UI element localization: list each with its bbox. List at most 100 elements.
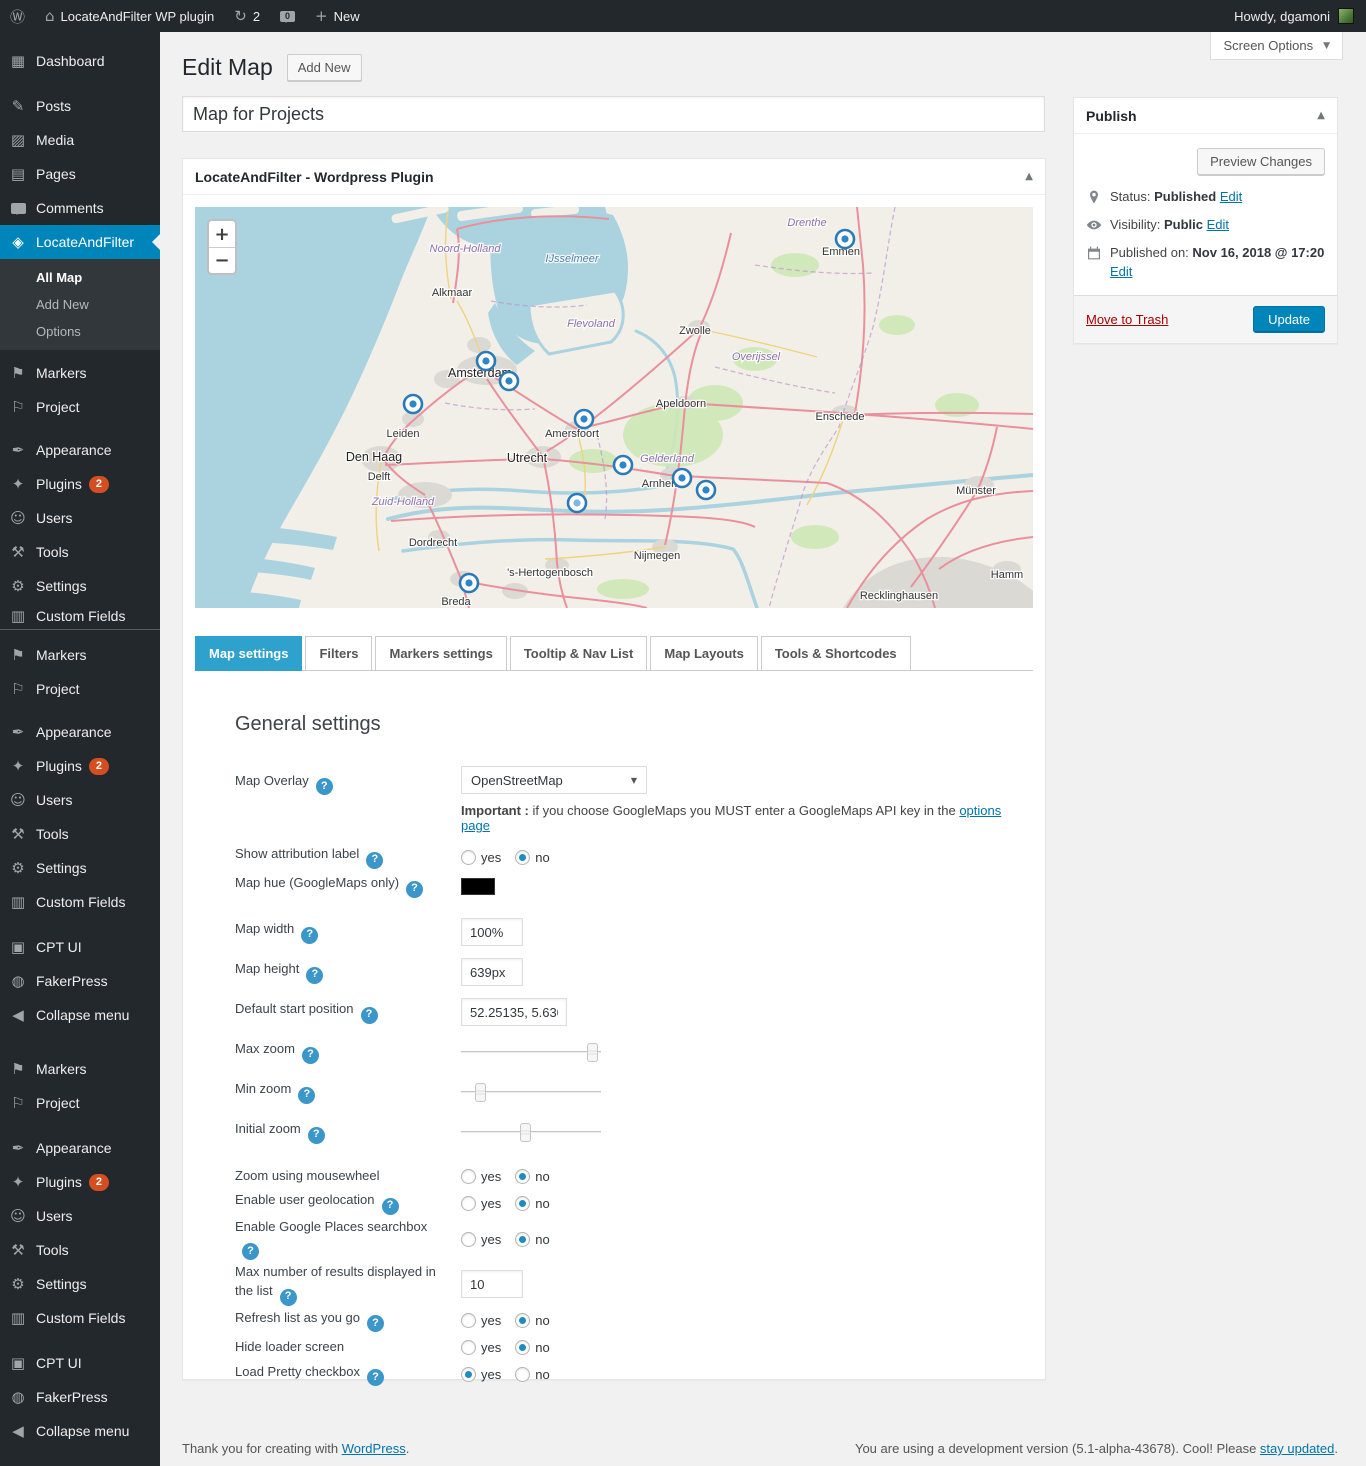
sidebar-item-appearance[interactable]: ✒ Appearance [0,1131,160,1165]
sidebar-item-cpt-ui[interactable]: ▣ CPT UI [0,930,160,964]
zoom-mousewheel-yes-radio[interactable] [461,1168,476,1184]
move-to-trash-link[interactable]: Move to Trash [1086,312,1168,327]
min-zoom-slider-handle[interactable] [475,1082,486,1102]
initial-zoom-slider-handle[interactable] [519,1122,531,1142]
help-icon[interactable]: ? [298,1086,316,1104]
help-icon[interactable]: ? [406,880,424,898]
initial-zoom-slider-track[interactable] [461,1130,601,1133]
sidebar-item-project[interactable]: ⚐ Project [0,390,160,424]
sidebar-item-fakerpress[interactable]: ◍ FakerPress [0,964,160,998]
sidebar-item-posts[interactable]: ✎ Posts [0,89,160,123]
sidebar-item-plugins[interactable]: ✦ Plugins 2 [0,467,160,501]
howdy-account-menu[interactable]: Howdy, dgamoni [1234,9,1330,24]
help-icon[interactable]: ? [279,1288,297,1306]
tab-markers-settings[interactable]: Markers settings [375,636,507,671]
sidebar-item-cpt-ui[interactable]: ▣ CPT UI [0,1346,160,1380]
comments-menu[interactable]: 0 [270,0,305,32]
sidebar-item-plugins[interactable]: ✦ Plugins 2 [0,749,160,783]
max-zoom-slider-handle[interactable] [587,1042,598,1062]
wordpress-link[interactable]: WordPress [342,1441,406,1456]
hide-loader-yes-radio[interactable] [461,1340,476,1356]
sidebar-item-custom-fields[interactable]: ▥ Custom Fields [0,1301,160,1335]
tab-filters[interactable]: Filters [305,636,373,671]
submenu-item-all-map[interactable]: All Map [0,264,160,291]
sidebar-item-users[interactable]: ☺ Users [0,1199,160,1233]
map-marker[interactable] [475,350,497,372]
map-overlay-select[interactable]: OpenStreetMap ▼ [461,766,647,794]
edit-visibility-link[interactable]: Edit [1207,217,1229,232]
sidebar-item-media[interactable]: ▨ Media [0,123,160,157]
map-marker[interactable] [573,408,595,430]
sidebar-item-collapse-menu[interactable]: ◀ Collapse menu [0,998,160,1032]
map-height-input[interactable] [461,958,523,986]
pretty-checkbox-yes-radio[interactable] [461,1367,476,1383]
geolocation-no-radio[interactable] [515,1195,531,1211]
sidebar-item-locateandfilter[interactable]: ◈ LocateAndFilter [0,225,160,259]
zoom-in-button[interactable]: + [209,221,235,247]
submenu-item-add-new[interactable]: Add New [0,291,160,318]
submenu-item-options[interactable]: Options [0,318,160,345]
sidebar-item-tools[interactable]: ⚒ Tools [0,817,160,851]
help-icon[interactable]: ? [306,966,324,984]
help-icon[interactable]: ? [360,1006,378,1024]
new-content-menu[interactable]: + New [305,0,370,32]
preview-changes-button[interactable]: Preview Changes [1197,148,1325,175]
metabox-toggle-button[interactable]: ▲ [1025,171,1033,182]
screen-options-tab[interactable]: Screen Options ▼ [1210,32,1343,60]
map-marker[interactable] [458,572,480,594]
sidebar-item-appearance[interactable]: ✒ Appearance [0,715,160,749]
map-marker[interactable] [834,228,856,250]
wordpress-logo-menu[interactable]: Ⓦ [0,0,35,32]
edit-status-link[interactable]: Edit [1220,189,1242,204]
zoom-out-button[interactable]: − [209,247,235,273]
sidebar-item-appearance[interactable]: ✒ Appearance [0,433,160,467]
publish-toggle-button[interactable]: ▲ [1317,110,1325,121]
map-hue-color-swatch[interactable] [461,877,495,895]
geolocation-yes-radio[interactable] [461,1195,476,1211]
sidebar-item-dashboard[interactable]: ▦ Dashboard [0,44,160,78]
tab-tooltip-nav-list[interactable]: Tooltip & Nav List [509,636,648,671]
refresh-list-no-radio[interactable] [515,1313,531,1329]
edit-published-date-link[interactable]: Edit [1110,264,1132,279]
sidebar-item-settings[interactable]: ⚙ Settings [0,569,160,603]
sidebar-item-project[interactable]: ⚐ Project [0,672,160,706]
tab-map-settings[interactable]: Map settings [195,636,303,671]
update-button[interactable]: Update [1253,306,1325,333]
max-zoom-slider-track[interactable] [461,1050,601,1053]
hide-loader-no-radio[interactable] [515,1340,531,1356]
openstreetmap-map[interactable]: Drenthe Emmen Noord-Holland IJsselmeer A… [195,207,1033,608]
map-marker[interactable] [671,467,693,489]
sidebar-item-users[interactable]: ☺ Users [0,501,160,535]
help-icon[interactable]: ? [366,851,384,869]
sidebar-item-project[interactable]: ⚐ Project [0,1086,160,1120]
sidebar-item-custom-fields[interactable]: ▥ Custom Fields [0,603,160,629]
map-marker[interactable] [612,454,634,476]
map-container[interactable]: + − Drenthe Emmen Noord-Holland IJsselme… [195,207,1033,608]
help-icon[interactable]: ? [242,1243,259,1261]
sidebar-item-settings[interactable]: ⚙ Settings [0,1267,160,1301]
show-attribution-no-radio[interactable] [515,849,531,865]
sidebar-item-pages[interactable]: ▤ Pages [0,157,160,191]
help-icon[interactable]: ? [367,1369,385,1387]
sidebar-item-tools[interactable]: ⚒ Tools [0,1233,160,1267]
map-width-input[interactable] [461,918,523,946]
map-marker[interactable] [402,393,424,415]
help-icon[interactable]: ? [381,1197,399,1215]
refresh-list-yes-radio[interactable] [461,1313,476,1329]
sidebar-item-markers[interactable]: ⚑ Markers [0,638,160,672]
post-title-input[interactable] [182,96,1045,132]
sidebar-item-markers[interactable]: ⚑ Markers [0,1052,160,1086]
map-marker[interactable] [566,492,588,514]
help-icon[interactable]: ? [315,778,333,796]
sidebar-item-plugins[interactable]: ✦ Plugins 2 [0,1165,160,1199]
show-attribution-yes-radio[interactable] [461,849,476,865]
places-no-radio[interactable] [515,1231,531,1247]
stay-updated-link[interactable]: stay updated [1260,1441,1334,1456]
tab-tools-shortcodes[interactable]: Tools & Shortcodes [760,636,911,671]
places-yes-radio[interactable] [461,1231,476,1247]
help-icon[interactable]: ? [367,1315,385,1333]
tab-map-layouts[interactable]: Map Layouts [650,636,758,671]
map-marker[interactable] [695,479,717,501]
sidebar-item-custom-fields[interactable]: ▥ Custom Fields [0,885,160,919]
sidebar-item-tools[interactable]: ⚒ Tools [0,535,160,569]
